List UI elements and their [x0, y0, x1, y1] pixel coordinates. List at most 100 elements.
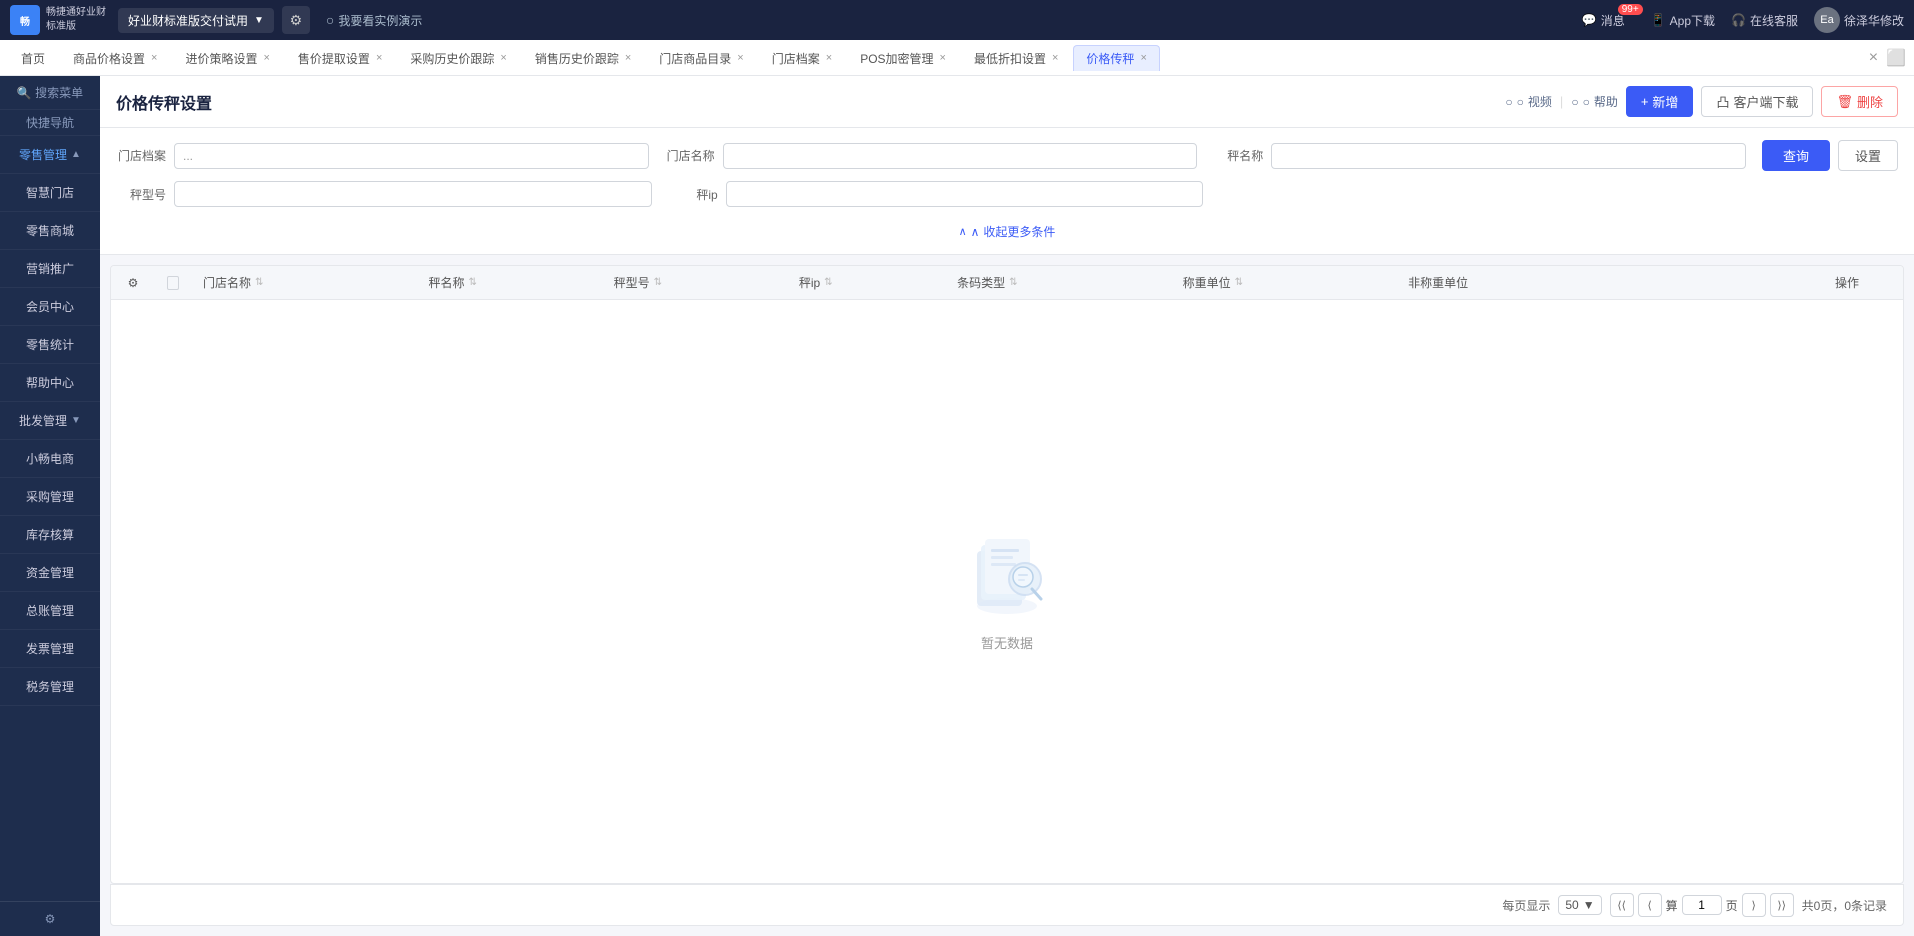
scale-name-input[interactable]: [1280, 149, 1737, 163]
scale-model-field: 秤型号: [116, 181, 652, 207]
scale-model-input-wrapper[interactable]: [174, 181, 652, 207]
scale-ip-input[interactable]: [735, 187, 1195, 201]
tab-store-archive[interactable]: 门店档案 ×: [759, 45, 845, 71]
th-check[interactable]: [155, 276, 191, 290]
main-layout: 🔍 搜索菜单 快捷导航 零售管理 ▲ 智慧门店 零售商城 营销推广 会员中心 零…: [0, 76, 1914, 936]
select-all-checkbox[interactable]: [167, 276, 179, 290]
download-client-button[interactable]: 凸 客户端下载: [1701, 86, 1813, 117]
scale-model-sort-icon[interactable]: ⇅: [654, 277, 662, 288]
sidebar-settings-button[interactable]: ⚙: [0, 901, 100, 936]
tab-store-archive-label: 门店档案: [772, 50, 820, 67]
tab-price-scale[interactable]: 价格传秤 ×: [1073, 45, 1159, 71]
barcode-type-sort-icon[interactable]: ⇅: [1009, 277, 1017, 288]
sidebar-item-marketing[interactable]: 营销推广: [0, 250, 100, 288]
query-button[interactable]: 查询: [1762, 140, 1830, 171]
tab-sale-price-close[interactable]: ×: [376, 52, 382, 64]
tab-sale-history[interactable]: 销售历史价跟踪 ×: [522, 45, 644, 71]
store-archive-field: 门店档案 ...: [116, 143, 649, 169]
tab-purchase-history-close[interactable]: ×: [500, 52, 506, 64]
sidebar-item-retail-stats[interactable]: 零售统计: [0, 326, 100, 364]
tab-store-catalog-close[interactable]: ×: [737, 52, 743, 64]
pagination-bar: 每页显示 50 ▼ ⟨⟨ ⟨ 算 页 ⟩ ⟩⟩ 共0页，0条记录: [110, 884, 1904, 926]
demo-hint[interactable]: 我要看实例演示: [326, 12, 422, 29]
window-maximize-button[interactable]: ⬜: [1886, 48, 1906, 68]
settings-query-button[interactable]: 设置: [1838, 140, 1898, 171]
demo-hint-label: 我要看实例演示: [338, 12, 422, 29]
store-name-input[interactable]: [732, 149, 1189, 163]
scale-ip-input-wrapper[interactable]: [726, 181, 1204, 207]
tab-store-archive-close[interactable]: ×: [826, 52, 832, 64]
tab-purchase-strategy[interactable]: 进价策略设置 ×: [172, 45, 282, 71]
th-settings[interactable]: ⚙: [111, 276, 155, 290]
tab-pos-manage-close[interactable]: ×: [940, 52, 946, 64]
app-download-label: App下载: [1670, 12, 1715, 29]
per-page-select[interactable]: 50 ▼: [1558, 895, 1601, 915]
page-last-button[interactable]: ⟩⟩: [1770, 893, 1794, 917]
sidebar-search[interactable]: 🔍 搜索菜单: [0, 76, 100, 110]
sidebar-quick-nav[interactable]: 快捷导航: [0, 110, 100, 136]
page-input[interactable]: [1682, 895, 1722, 915]
sidebar-item-wholesale-manage[interactable]: 批发管理 ▼: [0, 402, 100, 440]
sidebar-item-fund-manage[interactable]: 资金管理: [0, 554, 100, 592]
tab-store-catalog-label: 门店商品目录: [659, 50, 731, 67]
sidebar-item-tax-manage[interactable]: 税务管理: [0, 668, 100, 706]
scale-ip-sort-icon[interactable]: ⇅: [824, 277, 832, 288]
collapse-bar[interactable]: ∧ 收起更多条件: [116, 217, 1898, 242]
sidebar-item-smart-store[interactable]: 智慧门店: [0, 174, 100, 212]
app-logo: 畅 畅捷通好业财标准版: [10, 5, 110, 35]
th-operation-label: 操作: [1835, 274, 1859, 291]
sidebar-item-general-ledger-label: 总账管理: [26, 602, 74, 619]
delete-button[interactable]: 🗑 删除: [1821, 86, 1898, 117]
scale-name-input-wrapper[interactable]: [1271, 143, 1746, 169]
message-button[interactable]: 💬 消息 99+: [1572, 12, 1635, 29]
sidebar-item-xiaochang-ecom[interactable]: 小畅电商: [0, 440, 100, 478]
help-link[interactable]: ○ 帮助: [1571, 93, 1618, 110]
tab-home[interactable]: 首页: [8, 45, 58, 71]
page-nav: ⟨⟨ ⟨ 算 页 ⟩ ⟩⟩: [1610, 893, 1794, 917]
tab-pos-manage[interactable]: POS加密管理 ×: [847, 45, 959, 71]
tab-min-discount[interactable]: 最低折扣设置 ×: [961, 45, 1071, 71]
sidebar-item-retail-manage-label: 零售管理: [19, 146, 67, 163]
scale-name-sort-icon[interactable]: ⇅: [468, 277, 476, 288]
add-button[interactable]: + 新增: [1626, 86, 1694, 117]
sidebar-item-smart-store-label: 智慧门店: [26, 184, 74, 201]
empty-text: 暂无数据: [981, 633, 1033, 652]
tab-product-price-close[interactable]: ×: [151, 52, 157, 64]
scale-ip-label: 秤ip: [668, 186, 718, 203]
user-menu[interactable]: Ea 徐泽华修改: [1814, 7, 1904, 33]
tab-purchase-strategy-close[interactable]: ×: [263, 52, 269, 64]
window-close-button[interactable]: ×: [1869, 49, 1878, 67]
sidebar-item-general-ledger[interactable]: 总账管理: [0, 592, 100, 630]
sidebar-item-retail-mall[interactable]: 零售商城: [0, 212, 100, 250]
sidebar-item-help-center[interactable]: 帮助中心: [0, 364, 100, 402]
online-service-button[interactable]: 🎧 在线客服: [1731, 12, 1798, 29]
tab-price-scale-close[interactable]: ×: [1140, 52, 1146, 64]
app-download-button[interactable]: 📱 App下载: [1651, 12, 1715, 29]
sidebar-item-invoice-manage[interactable]: 发票管理: [0, 630, 100, 668]
sidebar-item-purchase-manage[interactable]: 采购管理: [0, 478, 100, 516]
sidebar-item-retail-manage[interactable]: 零售管理 ▲: [0, 136, 100, 174]
tab-min-discount-close[interactable]: ×: [1052, 52, 1058, 64]
app-settings-button[interactable]: ⚙: [282, 6, 310, 34]
store-name-sort-icon[interactable]: ⇅: [255, 277, 263, 288]
tab-product-price[interactable]: 商品价格设置 ×: [60, 45, 170, 71]
sidebar-item-inventory[interactable]: 库存核算: [0, 516, 100, 554]
store-name-input-wrapper[interactable]: [723, 143, 1198, 169]
version-selector[interactable]: 好业财标准版交付试用 ▼: [118, 8, 274, 33]
content-area: 价格传秤设置 ○ 视频 | ○ 帮助 + 新增 凸 客户端下载: [100, 76, 1914, 936]
scale-model-input[interactable]: [183, 187, 643, 201]
store-archive-input[interactable]: ...: [174, 143, 649, 169]
page-prev-button[interactable]: ⟨: [1638, 893, 1662, 917]
add-button-label: 新增: [1652, 92, 1678, 111]
weight-unit-sort-icon[interactable]: ⇅: [1235, 277, 1243, 288]
filter-row-2: 秤型号 秤ip: [116, 181, 1898, 207]
table-header: ⚙ 门店名称 ⇅ 秤名称 ⇅ 秤型号 ⇅ 秤ip: [111, 266, 1903, 300]
tab-purchase-history[interactable]: 采购历史价跟踪 ×: [397, 45, 519, 71]
tab-sale-price[interactable]: 售价提取设置 ×: [285, 45, 395, 71]
page-first-button[interactable]: ⟨⟨: [1610, 893, 1634, 917]
sidebar-item-member-center[interactable]: 会员中心: [0, 288, 100, 326]
video-link[interactable]: ○ 视频: [1505, 93, 1552, 110]
page-next-button[interactable]: ⟩: [1742, 893, 1766, 917]
tab-store-catalog[interactable]: 门店商品目录 ×: [646, 45, 756, 71]
tab-sale-history-close[interactable]: ×: [625, 52, 631, 64]
